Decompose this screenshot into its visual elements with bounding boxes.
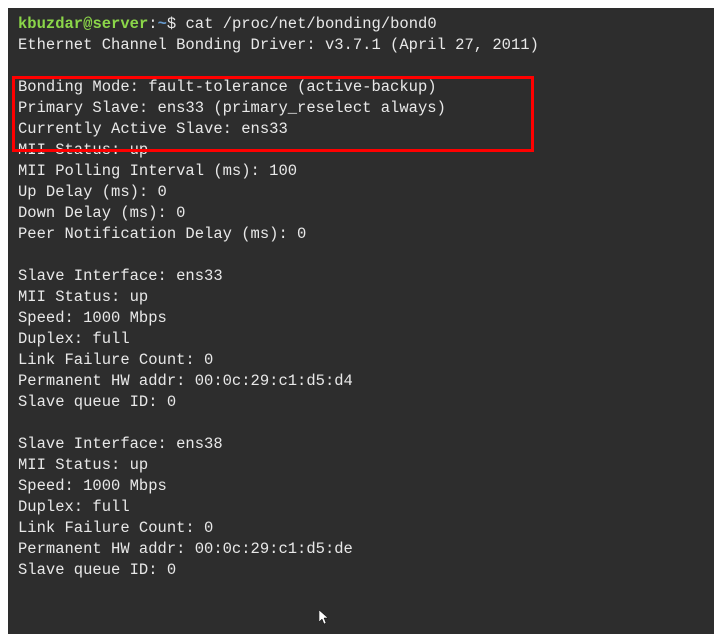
slave1-queue: Slave queue ID: 0 xyxy=(18,392,704,413)
slave2-queue: Slave queue ID: 0 xyxy=(18,560,704,581)
prompt-user: kbuzdar xyxy=(18,15,83,33)
slave2-duplex: Duplex: full xyxy=(18,497,704,518)
prompt-colon: : xyxy=(148,15,157,33)
prompt-host: server xyxy=(92,15,148,33)
terminal-window[interactable]: kbuzdar@server:~$ cat /proc/net/bonding/… xyxy=(8,8,714,634)
slave2-hw-addr: Permanent HW addr: 00:0c:29:c1:d5:de xyxy=(18,539,704,560)
slave1-interface: Slave Interface: ens33 xyxy=(18,266,704,287)
output-up-delay: Up Delay (ms): 0 xyxy=(18,182,704,203)
slave1-duplex: Duplex: full xyxy=(18,329,704,350)
command-text: cat /proc/net/bonding/bond0 xyxy=(185,15,436,33)
output-mii-polling: MII Polling Interval (ms): 100 xyxy=(18,161,704,182)
slave2-speed: Speed: 1000 Mbps xyxy=(18,476,704,497)
prompt-dollar: $ xyxy=(167,15,186,33)
slave2-interface: Slave Interface: ens38 xyxy=(18,434,704,455)
output-active-slave: Currently Active Slave: ens33 xyxy=(18,119,704,140)
blank-line xyxy=(18,413,704,434)
output-primary-slave: Primary Slave: ens33 (primary_reselect a… xyxy=(18,98,704,119)
mouse-cursor-icon xyxy=(319,610,331,634)
output-mii-status: MII Status: up xyxy=(18,140,704,161)
output-down-delay: Down Delay (ms): 0 xyxy=(18,203,704,224)
slave2-link-fail: Link Failure Count: 0 xyxy=(18,518,704,539)
prompt-line: kbuzdar@server:~$ cat /proc/net/bonding/… xyxy=(18,14,704,35)
slave1-speed: Speed: 1000 Mbps xyxy=(18,308,704,329)
slave2-mii: MII Status: up xyxy=(18,455,704,476)
output-bonding-mode: Bonding Mode: fault-tolerance (active-ba… xyxy=(18,77,704,98)
output-driver: Ethernet Channel Bonding Driver: v3.7.1 … xyxy=(18,35,704,56)
slave1-link-fail: Link Failure Count: 0 xyxy=(18,350,704,371)
slave1-mii: MII Status: up xyxy=(18,287,704,308)
blank-line xyxy=(18,56,704,77)
blank-line xyxy=(18,245,704,266)
output-peer-notif: Peer Notification Delay (ms): 0 xyxy=(18,224,704,245)
slave1-hw-addr: Permanent HW addr: 00:0c:29:c1:d5:d4 xyxy=(18,371,704,392)
prompt-path: ~ xyxy=(158,15,167,33)
